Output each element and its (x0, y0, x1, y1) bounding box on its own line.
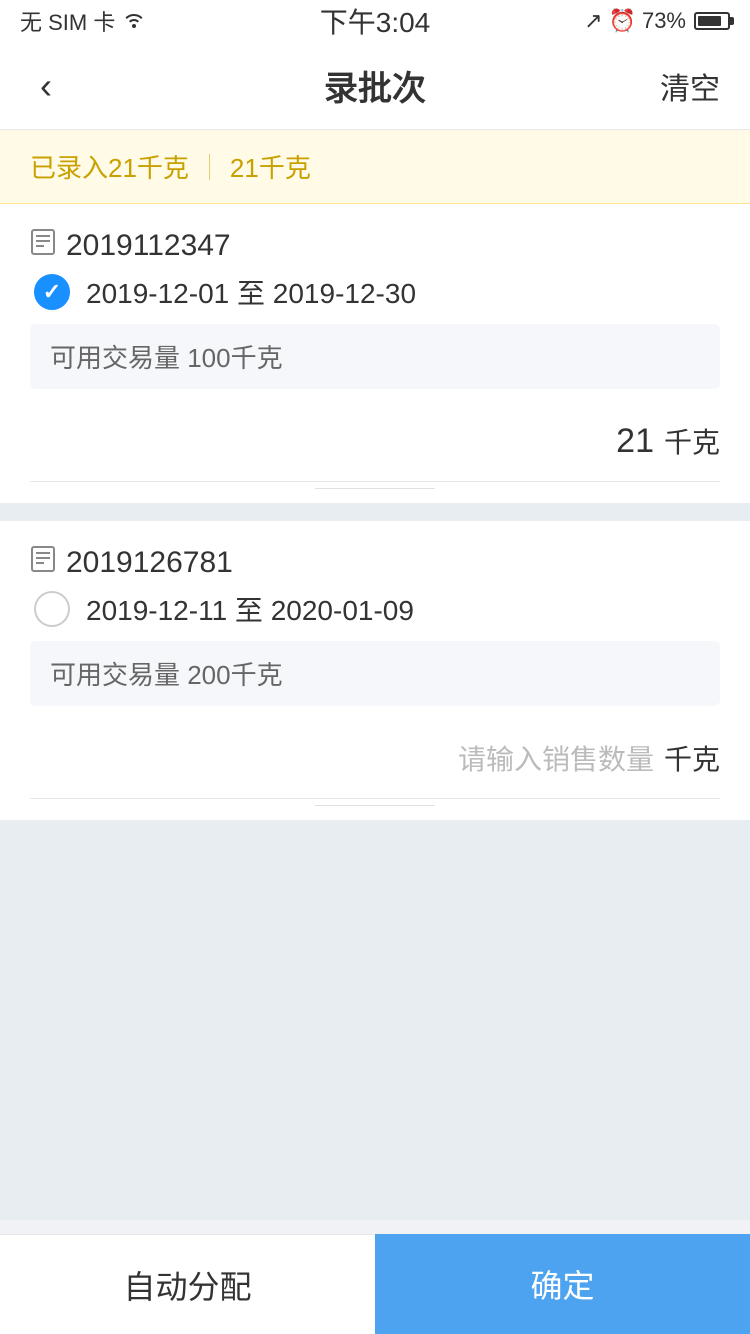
wifi-icon (123, 8, 145, 34)
empty-area (0, 820, 750, 1220)
qty-unit-2: 千克 (664, 738, 720, 778)
separator-1 (315, 488, 435, 489)
avail-qty-1: 可用交易量 100千克 (30, 324, 720, 389)
batch-item-1: 2019112347 2019-12-01 至 2019-12-30 可用交易量… (0, 204, 750, 503)
avail-qty-2: 可用交易量 200千克 (30, 641, 720, 706)
nav-bar: ‹ 录批次 清空 (0, 42, 750, 130)
qty-input-row-2[interactable]: 请输入销售数量 千克 (30, 722, 720, 799)
batch-date-1: 2019-12-01 至 2019-12-30 (86, 272, 416, 312)
confirm-button[interactable]: 确定 (375, 1234, 750, 1334)
batch-id-row-1: 2019112347 (30, 228, 720, 264)
no-sim-text: 无 SIM 卡 (20, 5, 115, 37)
auto-distribute-button[interactable]: 自动分配 (0, 1234, 375, 1334)
bottom-bar: 自动分配 确定 (0, 1234, 750, 1334)
qty-unit-1: 千克 (664, 421, 720, 461)
batch-id-2: 2019126781 (66, 546, 233, 580)
batch-date-2: 2019-12-11 至 2020-01-09 (86, 589, 414, 629)
status-left: 无 SIM 卡 (20, 5, 145, 37)
status-right: ↗ ⏰ 73% (584, 8, 730, 34)
batch-id-1: 2019112347 (66, 229, 231, 263)
batch-date-row-1[interactable]: 2019-12-01 至 2019-12-30 (34, 272, 720, 312)
page-title: 录批次 (324, 61, 426, 110)
qty-input-row-1[interactable]: 21 千克 (30, 405, 720, 482)
alarm-icon: ⏰ (609, 8, 636, 34)
qty-value-1: 21 (616, 422, 654, 461)
battery-icon (694, 12, 730, 30)
qty-placeholder-2[interactable]: 请输入销售数量 (458, 738, 654, 778)
status-bar: 无 SIM 卡 下午3:04 ↗ ⏰ 73% (0, 0, 750, 42)
clear-button[interactable]: 清空 (660, 64, 720, 108)
radio-1[interactable] (34, 274, 70, 310)
batch-id-row-2: 2019126781 (30, 545, 720, 581)
doc-icon-2 (30, 545, 56, 581)
recorded-value: 21千克 (230, 148, 311, 185)
info-banner: 已录入21千克 21千克 (0, 130, 750, 204)
separator-2 (315, 805, 435, 806)
recorded-label: 已录入21千克 (30, 148, 189, 185)
batch-date-row-2[interactable]: 2019-12-11 至 2020-01-09 (34, 589, 720, 629)
batch-item-2: 2019126781 2019-12-11 至 2020-01-09 可用交易量… (0, 521, 750, 820)
location-icon: ↗ (584, 8, 602, 34)
banner-divider (209, 154, 210, 180)
doc-icon-1 (30, 228, 56, 264)
back-button[interactable]: ‹ (30, 55, 62, 117)
battery-percent: 73% (642, 8, 686, 34)
section-divider (0, 503, 750, 521)
status-time: 下午3:04 (320, 1, 431, 41)
radio-2[interactable] (34, 591, 70, 627)
